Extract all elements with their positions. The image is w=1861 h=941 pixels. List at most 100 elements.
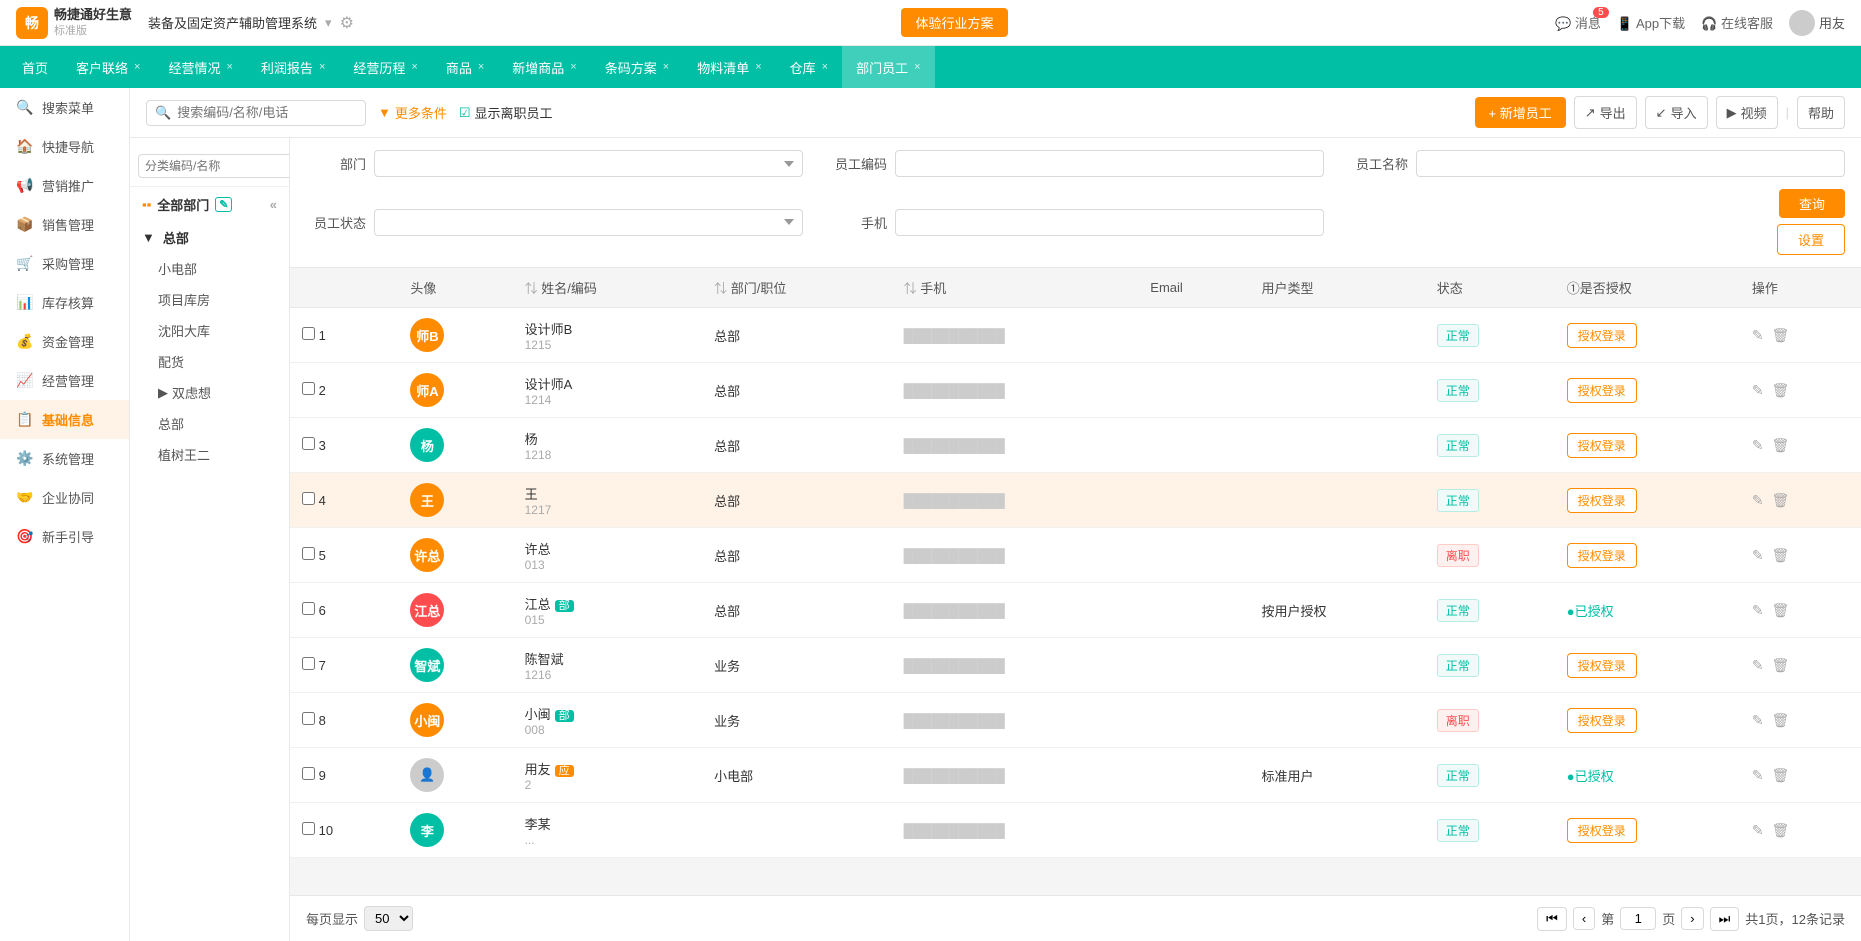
help-button[interactable]: 帮助 [1797,96,1845,129]
trial-button[interactable]: 体验行业方案 [901,8,1007,37]
import-button[interactable]: ↙ 导入 [1645,96,1708,129]
notification-area[interactable]: 💬 5 消息 [1555,13,1601,32]
edit-icon[interactable]: ✎ [1752,492,1764,509]
authorize-button[interactable]: 授权登录 [1567,543,1637,568]
add-employee-button[interactable]: + 新增员工 [1475,97,1566,128]
delete-icon[interactable]: 🗑 [1772,822,1790,839]
sort-icon[interactable]: ⇅ [714,281,727,296]
close-tab-icon[interactable]: × [134,61,140,73]
search-input[interactable] [177,105,357,120]
authorize-button[interactable]: 授权登录 [1567,433,1637,458]
sort-icon[interactable]: ⇅ [525,281,538,296]
next-page-btn[interactable]: › [1681,907,1703,930]
delete-icon[interactable]: 🗑 [1772,382,1790,399]
edit-icon[interactable]: ✎ [1752,602,1764,619]
row-checkbox[interactable] [302,602,315,615]
delete-icon[interactable]: 🗑 [1772,767,1790,784]
close-tab-icon[interactable]: × [319,61,325,73]
authorize-button[interactable]: 授权登录 [1567,653,1637,678]
delete-icon[interactable]: 🗑 [1772,327,1790,344]
nav-tab-仓库[interactable]: 仓库× [776,46,842,88]
nav-tab-客户联络[interactable]: 客户联络× [62,46,154,88]
close-tab-icon[interactable]: × [663,61,669,73]
edit-icon[interactable]: ✎ [1752,547,1764,564]
dept-item-总部[interactable]: 总部 [130,408,289,439]
sidebar-item-库存核算[interactable]: 📊库存核算 [0,283,129,322]
close-tab-icon[interactable]: × [822,61,828,73]
app-download[interactable]: 📱 App下载 [1617,13,1685,32]
sidebar-item-经营管理[interactable]: 📈经营管理 [0,361,129,400]
delete-icon[interactable]: 🗑 [1772,657,1790,674]
nav-tab-经营情况[interactable]: 经营情况× [154,46,246,88]
dept-item-植树王二[interactable]: 植树王二 [130,439,289,470]
close-tab-icon[interactable]: × [411,61,417,73]
row-checkbox[interactable] [302,657,315,670]
view-button[interactable]: ▶ 视频 [1716,96,1778,129]
reset-button[interactable]: 设置 [1777,224,1845,255]
edit-icon[interactable]: ✎ [1752,437,1764,454]
authorize-button[interactable]: 授权登录 [1567,708,1637,733]
row-checkbox[interactable] [302,382,315,395]
authorize-button[interactable]: 授权登录 [1567,323,1637,348]
row-checkbox[interactable] [302,712,315,725]
sidebar-item-资金管理[interactable]: 💰资金管理 [0,322,129,361]
sidebar-item-新手引导[interactable]: 🎯新手引导 [0,517,129,556]
sidebar-item-搜索菜单[interactable]: 🔍搜索菜单 [0,88,129,127]
close-tab-icon[interactable]: × [226,61,232,73]
delete-icon[interactable]: 🗑 [1772,712,1790,729]
last-page-btn[interactable]: ⏭ [1710,907,1740,931]
dept-item-沈阳大库[interactable]: 沈阳大库 [130,315,289,346]
first-page-btn[interactable]: ⏮ [1537,907,1567,931]
dept-item-总部[interactable]: ▼总部 [130,222,289,253]
nav-tab-条码方案[interactable]: 条码方案× [591,46,683,88]
sidebar-item-销售管理[interactable]: 📦销售管理 [0,205,129,244]
filter-status-select[interactable] [374,209,803,236]
nav-tab-经营历程[interactable]: 经营历程× [339,46,431,88]
sidebar-item-基础信息[interactable]: 📋基础信息 [0,400,129,439]
edit-icon[interactable]: ✎ [1752,767,1764,784]
sidebar-item-营销推广[interactable]: 📢营销推广 [0,166,129,205]
close-tab-icon[interactable]: × [478,61,484,73]
delete-icon[interactable]: 🗑 [1772,437,1790,454]
delete-icon[interactable]: 🗑 [1772,492,1790,509]
row-checkbox[interactable] [302,547,315,560]
dept-item-双虑想[interactable]: ▶双虑想 [130,377,289,408]
edit-icon[interactable]: ✎ [1752,822,1764,839]
dept-item-配货[interactable]: 配货 [130,346,289,377]
sidebar-item-快捷导航[interactable]: 🏠快捷导航 [0,127,129,166]
filter-more-btn[interactable]: ▼ 更多条件 [378,103,447,122]
dept-item-项目库房[interactable]: 项目库房 [130,284,289,315]
nav-tab-利润报告[interactable]: 利润报告× [247,46,339,88]
edit-icon[interactable]: ✎ [1752,382,1764,399]
filter-phone-input[interactable] [895,209,1324,236]
row-checkbox[interactable] [302,822,315,835]
dept-edit-icon[interactable]: ✎ [215,197,232,212]
sidebar-item-系统管理[interactable]: ⚙️系统管理 [0,439,129,478]
nav-tab-商品[interactable]: 商品× [432,46,498,88]
filter-dept-select[interactable] [374,150,803,177]
page-size-select[interactable]: 50 [364,906,413,931]
delete-icon[interactable]: 🗑 [1772,547,1790,564]
sidebar-item-企业协同[interactable]: 🤝企业协同 [0,478,129,517]
search-box[interactable]: 🔍 [146,100,366,126]
close-tab-icon[interactable]: × [914,61,920,73]
dept-search-input[interactable] [138,154,290,178]
row-checkbox[interactable] [302,437,315,450]
sort-icon[interactable]: ⇅ [904,281,917,296]
authorize-button[interactable]: 授权登录 [1567,488,1637,513]
edit-icon[interactable]: ✎ [1752,657,1764,674]
prev-page-btn[interactable]: ‹ [1573,907,1595,930]
page-input[interactable] [1620,907,1656,930]
export-button[interactable]: ↗ 导出 [1574,96,1637,129]
user-area[interactable]: 用友 [1789,10,1845,36]
row-checkbox[interactable] [302,327,315,340]
filter-empname-input[interactable] [1416,150,1845,177]
edit-icon[interactable]: ✎ [1752,712,1764,729]
close-tab-icon[interactable]: × [755,61,761,73]
dept-item-小电部[interactable]: 小电部 [130,253,289,284]
row-checkbox[interactable] [302,492,315,505]
delete-icon[interactable]: 🗑 [1772,602,1790,619]
close-tab-icon[interactable]: × [570,61,576,73]
row-checkbox[interactable] [302,767,315,780]
system-title-dropdown-icon[interactable]: ▾ [325,15,332,31]
